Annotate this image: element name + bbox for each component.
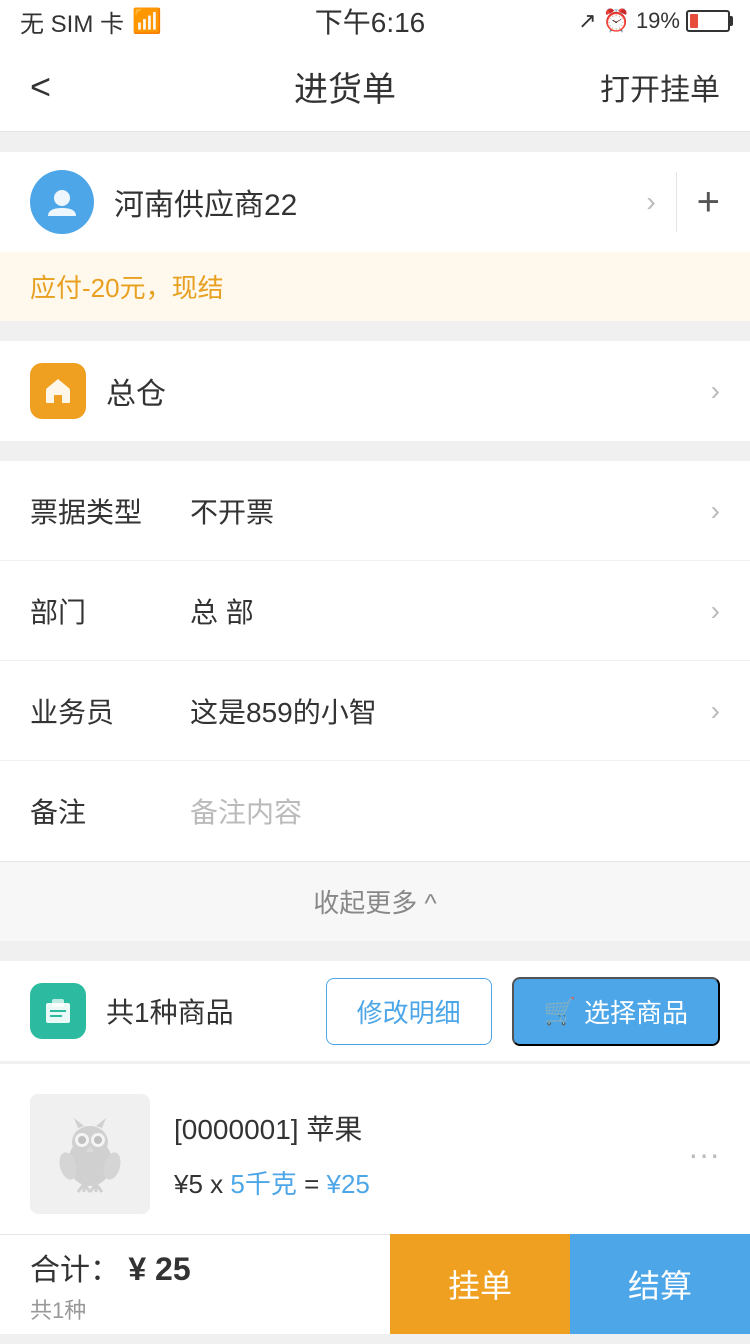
sales-value: 这是859的小智 (150, 691, 711, 731)
dept-label: 部门 (30, 591, 150, 631)
product-item: [0000001] 苹果 ¥5 x 5千克 = ¥25 ··· (0, 1063, 750, 1244)
add-supplier-button[interactable]: + (697, 180, 720, 225)
wifi-icon: 📶 (132, 7, 162, 36)
gap-4 (0, 941, 750, 961)
back-button[interactable]: < (30, 66, 90, 108)
collapse-row[interactable]: 收起更多 ^ (0, 861, 750, 941)
notice-text: 应付-20元，现结 (30, 273, 224, 303)
gap-3 (0, 441, 750, 461)
sales-label: 业务员 (30, 691, 150, 731)
price-separator: x (210, 1169, 230, 1199)
invoice-label: 票据类型 (30, 491, 150, 531)
remark-row[interactable]: 备注 备注内容 (0, 761, 750, 861)
supplier-chevron-icon: › (646, 186, 655, 218)
product-info: [0000001] 苹果 ¥5 x 5千克 = ¥25 (174, 1108, 688, 1201)
equals-sign: = (304, 1169, 326, 1199)
edit-detail-button[interactable]: 修改明细 (326, 978, 492, 1045)
status-right: ↗ ⏰ 19% (578, 8, 730, 34)
supplier-name: 河南供应商22 (114, 180, 646, 224)
warehouse-row[interactable]: 总仓 › (0, 341, 750, 441)
product-name: [0000001] 苹果 (174, 1108, 688, 1148)
gap-1 (0, 132, 750, 152)
quantity: 5千克 (230, 1169, 296, 1199)
location-icon: ↗ (578, 8, 596, 34)
dept-chevron-icon: › (711, 595, 720, 627)
remark-label: 备注 (30, 791, 150, 831)
nav-bar: < 进货单 打开挂单 (0, 42, 750, 132)
supplier-row[interactable]: 河南供应商22 › + (0, 152, 750, 252)
total-amount: 合计： ¥ 25 (30, 1245, 360, 1289)
collapse-label: 收起更多 ^ (313, 883, 436, 920)
hang-order-label: 挂单 (448, 1261, 512, 1307)
product-title: 苹果 (306, 1114, 362, 1145)
product-header-icon (30, 983, 86, 1039)
total-price: ¥25 (327, 1169, 370, 1199)
total-value: ¥ 25 (128, 1251, 190, 1287)
battery-percent: 19% (636, 8, 680, 34)
remark-input[interactable]: 备注内容 (150, 791, 720, 831)
total-label: 合计： (30, 1254, 120, 1287)
status-bar: 无 SIM 卡 📶 下午6:16 ↗ ⏰ 19% (0, 0, 750, 42)
bottom-bar: 合计： ¥ 25 共1种 挂单 结算 (0, 1234, 750, 1334)
invoice-value: 不开票 (150, 491, 711, 531)
carrier-label: 无 SIM 卡 (20, 4, 124, 39)
checkout-label: 结算 (628, 1261, 692, 1307)
notice-bar: 应付-20元，现结 (0, 252, 750, 321)
invoice-row[interactable]: 票据类型 不开票 › (0, 461, 750, 561)
page-title: 进货单 (294, 62, 396, 111)
product-price: ¥5 x 5千克 = ¥25 (174, 1164, 688, 1201)
form-section: 票据类型 不开票 › 部门 总 部 › 业务员 这是859的小智 › 备注 备注… (0, 461, 750, 861)
product-id: [0000001] (174, 1114, 299, 1145)
unit-price: ¥5 (174, 1169, 203, 1199)
hang-order-button[interactable]: 挂单 (390, 1234, 570, 1334)
select-product-label: 选择商品 (584, 993, 688, 1030)
checkout-button[interactable]: 结算 (570, 1234, 750, 1334)
more-options-button[interactable]: ··· (688, 1136, 720, 1173)
product-count-label: 共1种商品 (106, 991, 306, 1031)
warehouse-chevron-icon: › (711, 375, 720, 407)
alarm-icon: ⏰ (603, 8, 630, 34)
total-count: 共1种 (30, 1293, 360, 1325)
cart-icon: 🛒 (544, 996, 576, 1027)
status-time: 下午6:16 (315, 1, 426, 41)
open-pending-button[interactable]: 打开挂单 (600, 65, 720, 109)
sales-chevron-icon: › (711, 695, 720, 727)
warehouse-name: 总仓 (106, 369, 711, 413)
status-left: 无 SIM 卡 📶 (20, 4, 162, 39)
product-header: 共1种商品 修改明细 🛒 选择商品 (0, 961, 750, 1061)
supplier-avatar (30, 170, 94, 234)
total-section: 合计： ¥ 25 共1种 (0, 1234, 390, 1334)
dept-row[interactable]: 部门 总 部 › (0, 561, 750, 661)
gap-2 (0, 321, 750, 341)
sales-row[interactable]: 业务员 这是859的小智 › (0, 661, 750, 761)
dept-value: 总 部 (150, 591, 711, 631)
invoice-chevron-icon: › (711, 495, 720, 527)
battery-icon (686, 10, 730, 32)
select-product-button[interactable]: 🛒 选择商品 (512, 977, 720, 1046)
warehouse-icon (30, 363, 86, 419)
product-thumbnail (30, 1094, 150, 1214)
divider (676, 172, 677, 232)
